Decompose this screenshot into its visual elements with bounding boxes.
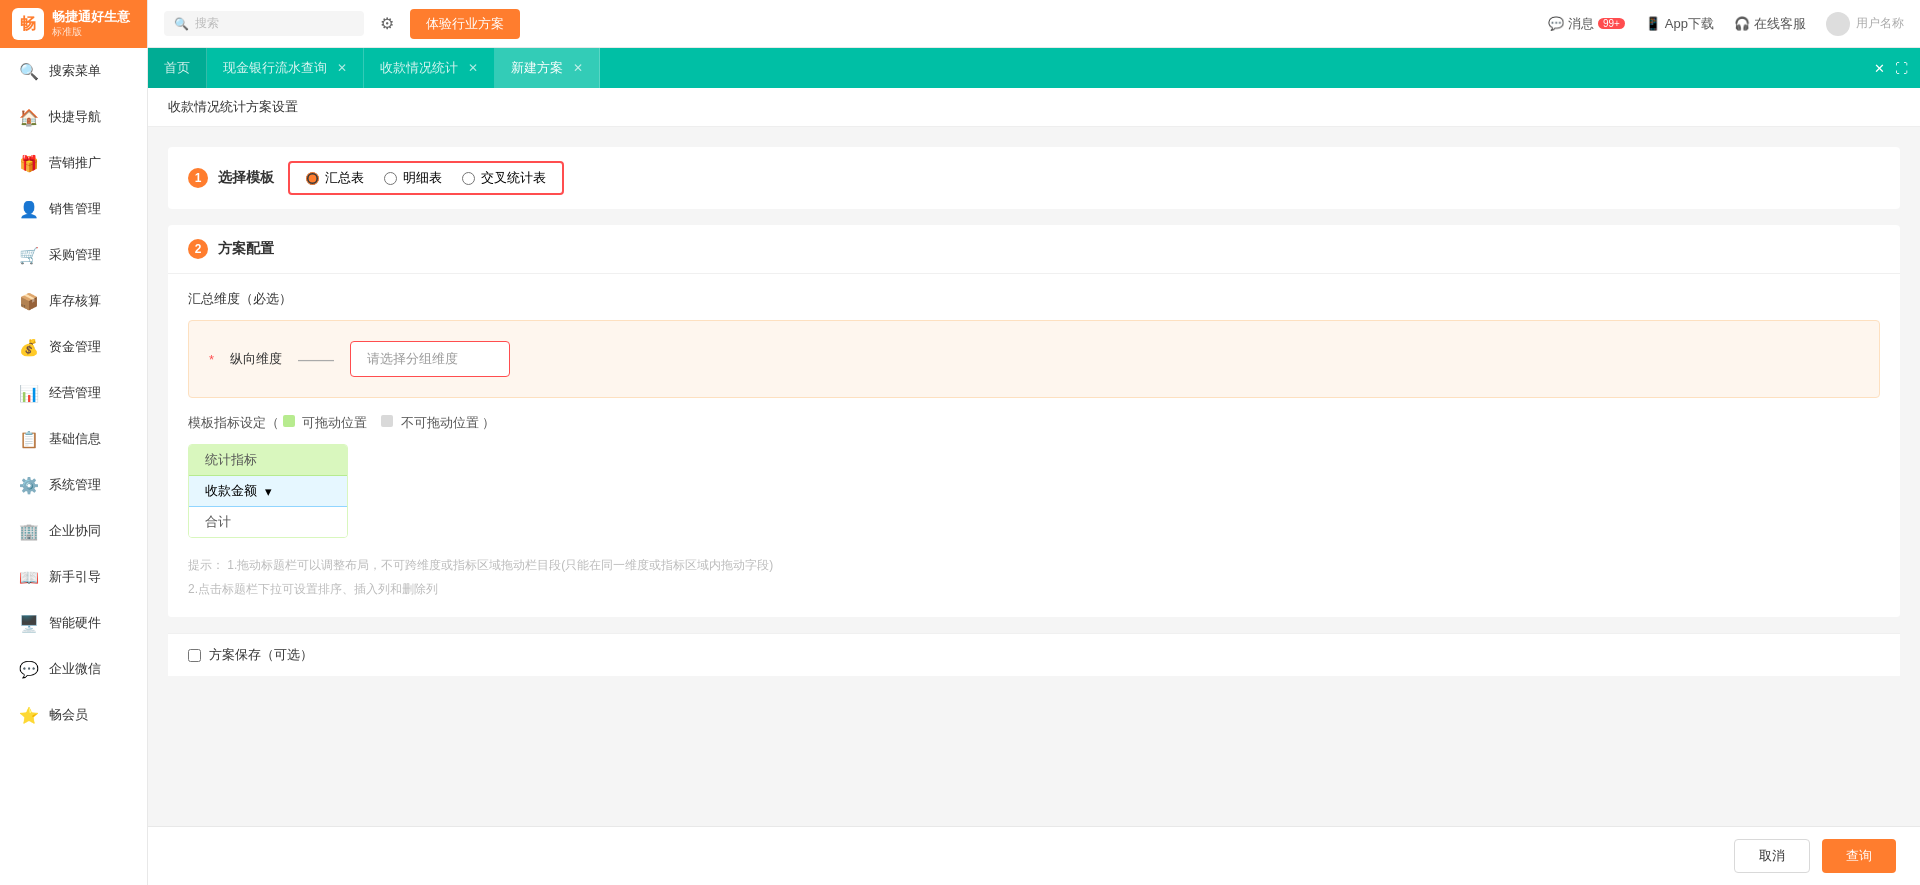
search-bar[interactable]: 🔍 搜索 (164, 11, 364, 36)
inventory-icon: 📦 (19, 292, 39, 311)
step2-badge: 2 (188, 239, 208, 259)
page-content: 收款情况统计方案设置 1 选择模板 汇总表 (148, 88, 1920, 885)
hint-area: 提示： 1.拖动标题栏可以调整布局，不可跨维度或指标区域拖动栏目段(只能在同一维… (188, 553, 1880, 601)
collection-amount-tag[interactable]: 收款金额 ▾ (189, 476, 347, 507)
logo-area: 畅 畅捷通好生意 标准版 (0, 0, 147, 48)
avatar (1826, 12, 1850, 36)
save-row: 方案保存（可选） (168, 633, 1900, 676)
radio-cross[interactable]: 交叉统计表 (462, 169, 546, 187)
sidebar-item-sales[interactable]: 👤 销售管理 (0, 186, 147, 232)
sidebar-item-finance[interactable]: 💰 资金管理 (0, 324, 147, 370)
member-icon: ⭐ (19, 706, 39, 725)
tab-home[interactable]: 首页 (148, 48, 207, 88)
step1-header: 1 选择模板 汇总表 明细表 (168, 147, 1900, 209)
tab-bank-flow[interactable]: 现金银行流水查询 ✕ (207, 48, 364, 88)
close-all-icon[interactable]: ✕ (1874, 61, 1885, 76)
sidebar-item-search-menu[interactable]: 🔍 搜索菜单 (0, 48, 147, 94)
step2-title: 方案配置 (218, 240, 274, 258)
step2-header: 2 方案配置 (168, 225, 1900, 274)
dimension-area: * 纵向维度 —— 请选择分组维度 (188, 320, 1880, 398)
user-area[interactable]: 用户名称 (1826, 12, 1904, 36)
cancel-button[interactable]: 取消 (1734, 839, 1810, 873)
sales-icon: 👤 (19, 200, 39, 219)
config-body: 汇总维度（必选） * 纵向维度 —— 请选择分组维度 (168, 274, 1900, 617)
sidebar-item-wechat[interactable]: 💬 企业微信 (0, 646, 147, 692)
message-button[interactable]: 💬 消息 99+ (1548, 15, 1625, 33)
support-button[interactable]: 🎧 在线客服 (1734, 15, 1806, 33)
template-section: 1 选择模板 汇总表 明细表 (168, 147, 1900, 209)
sidebar-item-operations[interactable]: 📊 经营管理 (0, 370, 147, 416)
topbar-right: 💬 消息 99+ 📱 App下载 🎧 在线客服 用户名称 (1548, 12, 1904, 36)
tab-close-bank-flow[interactable]: ✕ (337, 61, 347, 75)
form-body: 1 选择模板 汇总表 明细表 (148, 127, 1920, 826)
sidebar: 畅 畅捷通好生意 标准版 🔍 搜索菜单 🏠 快捷导航 🎁 营销推广 👤 销售管理… (0, 0, 148, 885)
sidebar-item-marketing[interactable]: 🎁 营销推广 (0, 140, 147, 186)
logo-icon: 畅 (12, 8, 44, 40)
basic-info-icon: 📋 (19, 430, 39, 449)
sidebar-item-system[interactable]: ⚙️ 系统管理 (0, 462, 147, 508)
indicators-table: 统计指标 收款金额 ▾ 合计 (188, 444, 348, 538)
sidebar-item-inventory[interactable]: 📦 库存核算 (0, 278, 147, 324)
quick-nav-icon: 🏠 (19, 108, 39, 127)
tab-close-collection-stats[interactable]: ✕ (468, 61, 478, 75)
search-icon: 🔍 (174, 17, 189, 31)
marketing-icon: 🎁 (19, 154, 39, 173)
main-area: 🔍 搜索 ⚙ 体验行业方案 💬 消息 99+ 📱 App下载 🎧 在线客服 用户… (148, 0, 1920, 885)
page-header: 收款情况统计方案设置 (148, 88, 1920, 127)
industry-solution-button[interactable]: 体验行业方案 (410, 9, 520, 39)
logo-text: 畅捷通好生意 标准版 (52, 9, 130, 39)
search-menu-icon: 🔍 (19, 62, 39, 81)
settings-icon[interactable]: ⚙ (380, 14, 394, 33)
step1-title: 选择模板 (218, 169, 274, 187)
query-button[interactable]: 查询 (1822, 839, 1896, 873)
topbar: 🔍 搜索 ⚙ 体验行业方案 💬 消息 99+ 📱 App下载 🎧 在线客服 用户… (148, 0, 1920, 48)
dimension-select[interactable]: 请选择分组维度 (350, 341, 510, 377)
step1-badge: 1 (188, 168, 208, 188)
dimension-title: 汇总维度（必选） (188, 290, 1880, 308)
guide-icon: 📖 (19, 568, 39, 587)
sidebar-item-enterprise[interactable]: 🏢 企业协同 (0, 508, 147, 554)
headset-icon: 🎧 (1734, 16, 1750, 31)
indicators-config-header: 模板指标设定（ 可拖动位置 不可拖动位置 ） (188, 414, 1880, 432)
sidebar-item-guide[interactable]: 📖 新手引导 (0, 554, 147, 600)
dropdown-icon: ▾ (265, 484, 272, 499)
system-icon: ⚙️ (19, 476, 39, 495)
config-section: 2 方案配置 汇总维度（必选） * 纵向维度 —— 请选择分组维度 (168, 225, 1900, 617)
indicators-section: 模板指标设定（ 可拖动位置 不可拖动位置 ） 统计指标 (188, 414, 1880, 541)
stat-label: 统计指标 (189, 445, 347, 476)
operations-icon: 📊 (19, 384, 39, 403)
dimension-row: * 纵向维度 —— 请选择分组维度 (209, 341, 1859, 377)
sidebar-item-quick-nav[interactable]: 🏠 快捷导航 (0, 94, 147, 140)
vertical-dimension-label: 纵向维度 (230, 350, 282, 368)
sidebar-item-member[interactable]: ⭐ 畅会员 (0, 692, 147, 738)
required-star: * (209, 352, 214, 367)
arrow-icon: —— (298, 349, 334, 370)
enterprise-icon: 🏢 (19, 522, 39, 541)
radio-summary[interactable]: 汇总表 (306, 169, 364, 187)
purchase-icon: 🛒 (19, 246, 39, 265)
expand-icon[interactable]: ⛶ (1895, 61, 1908, 76)
save-checkbox[interactable] (188, 649, 201, 662)
sidebar-item-basic-info[interactable]: 📋 基础信息 (0, 416, 147, 462)
sidebar-item-smart-hw[interactable]: 🖥️ 智能硬件 (0, 600, 147, 646)
finance-icon: 💰 (19, 338, 39, 357)
radio-detail[interactable]: 明细表 (384, 169, 442, 187)
total-row: 合计 (189, 507, 347, 537)
app-download-button[interactable]: 📱 App下载 (1645, 15, 1714, 33)
tabs-actions: ✕ ⛶ (1862, 48, 1920, 88)
tab-bar: 首页 现金银行流水查询 ✕ 收款情况统计 ✕ 新建方案 ✕ ✕ ⛶ (148, 48, 1920, 88)
smart-hw-icon: 🖥️ (19, 614, 39, 633)
download-icon: 📱 (1645, 16, 1661, 31)
message-icon: 💬 (1548, 16, 1564, 31)
unmovable-dot (381, 415, 393, 427)
footer-bar: 取消 查询 (148, 826, 1920, 885)
tab-collection-stats[interactable]: 收款情况统计 ✕ (364, 48, 495, 88)
sidebar-item-purchase[interactable]: 🛒 采购管理 (0, 232, 147, 278)
tab-close-new-plan[interactable]: ✕ (573, 61, 583, 75)
save-label: 方案保存（可选） (209, 646, 313, 664)
tab-new-plan[interactable]: 新建方案 ✕ (495, 48, 600, 88)
page-title: 收款情况统计方案设置 (168, 99, 298, 114)
wechat-icon: 💬 (19, 660, 39, 679)
movable-dot (283, 415, 295, 427)
